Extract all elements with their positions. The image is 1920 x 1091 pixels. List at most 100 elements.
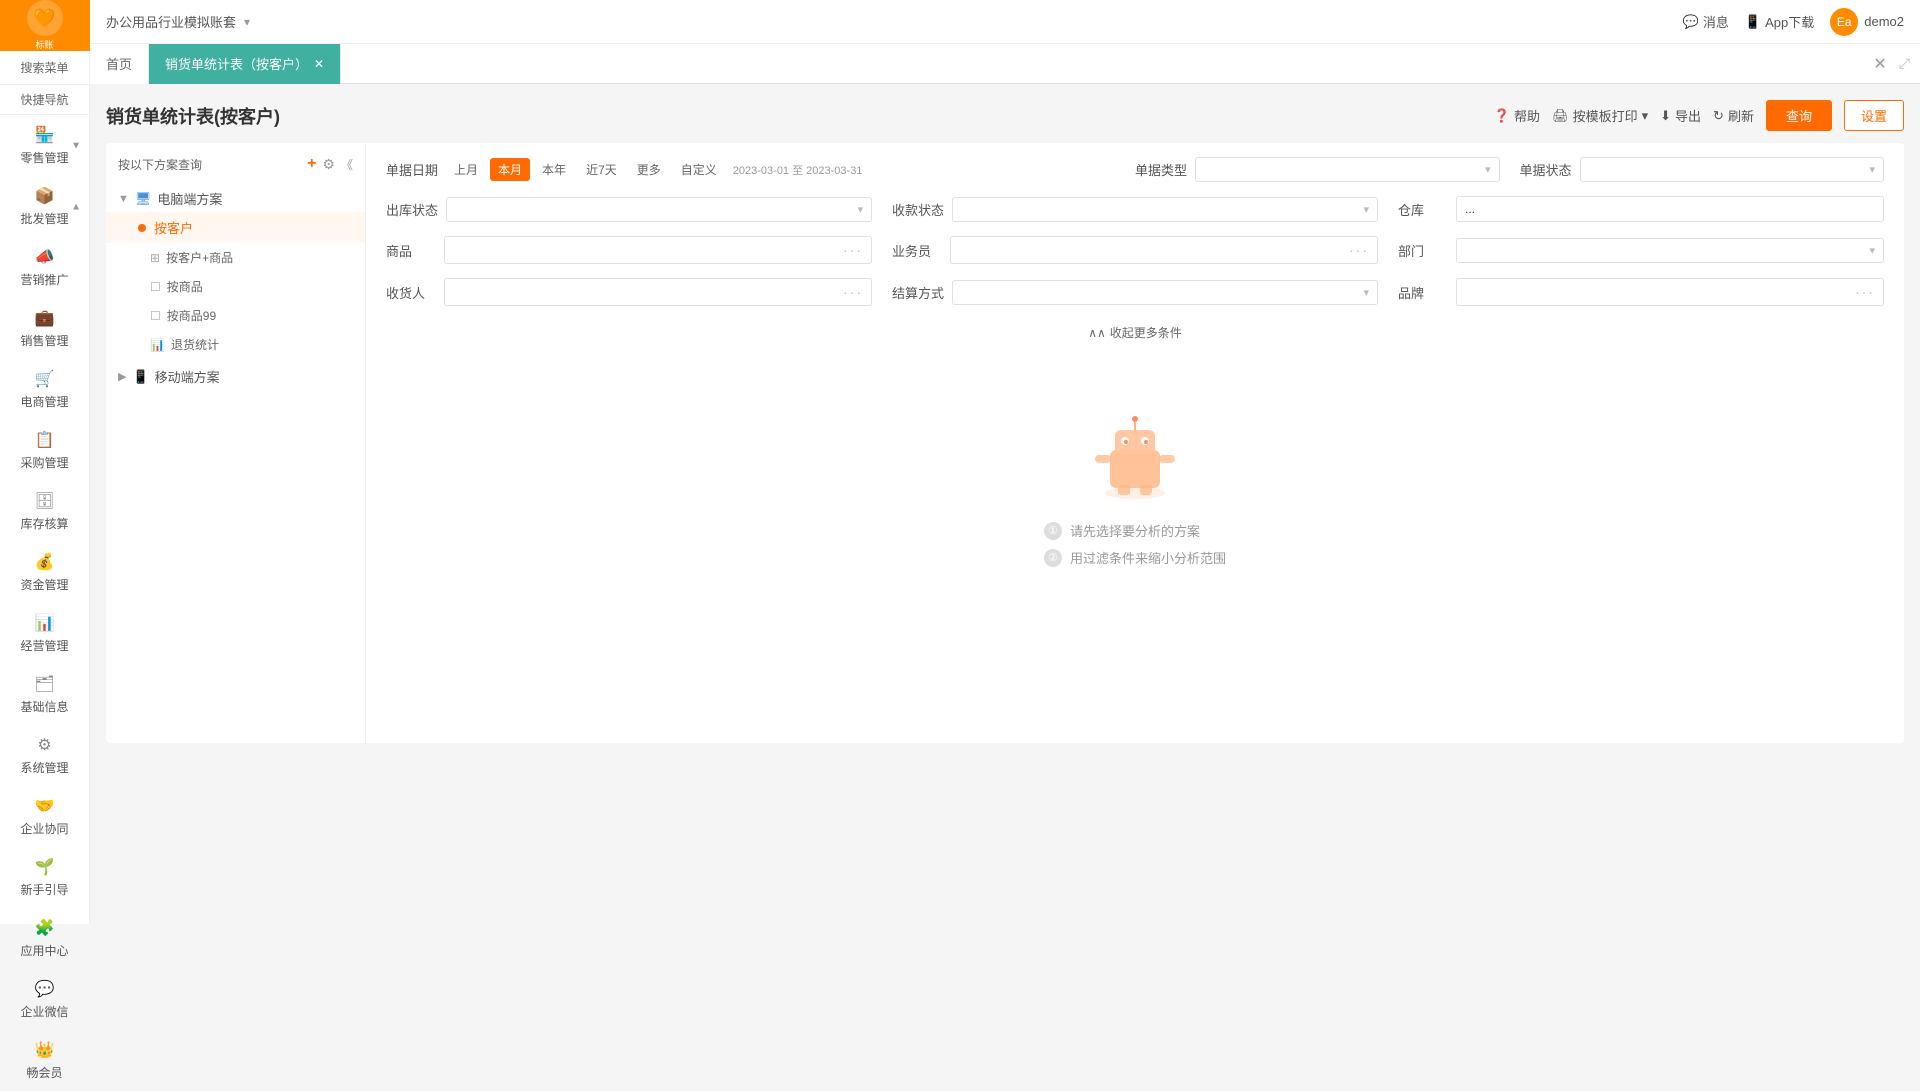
sidebar-item-purchase[interactable]: 📋 采购管理 (0, 420, 89, 481)
app-download-btn[interactable]: 📱 App下载 (1745, 12, 1814, 31)
sidebar-item-wechat[interactable]: 💬 企业微信 (0, 969, 89, 1030)
header-dropdown-icon[interactable]: ▾ (244, 15, 250, 29)
quick-nav-label[interactable]: 快捷导航 (20, 91, 68, 108)
empty-state: ① 请先选择要分析的方案 ② 用过滤条件来缩小分析范围 (386, 345, 1884, 627)
sidebar-item-newbie[interactable]: 🌱 新手引导 (0, 847, 89, 908)
user-menu[interactable]: Ea demo2 (1830, 8, 1904, 36)
empty-hints: ① 请先选择要分析的方案 ② 用过滤条件来缩小分析范围 (1044, 521, 1226, 567)
scheme-item-by-customer-goods[interactable]: ⊞ 按客户+商品 (106, 243, 365, 272)
goods-label: 商品 (386, 241, 436, 260)
settlement-label: 结算方式 (892, 283, 944, 302)
template-print-btn[interactable]: 🖨 按模板打印 ▾ (1552, 106, 1648, 125)
message-btn[interactable]: 💬 消息 (1683, 12, 1729, 31)
tab-maximize-icon[interactable]: ⤢ (1899, 55, 1910, 72)
header-breadcrumb: 办公用品行业模拟账套 (106, 12, 236, 31)
department-input[interactable]: ▾ (1456, 238, 1884, 263)
basic-label: 基础信息 (20, 698, 68, 715)
tab-close-all-icon[interactable]: ✕ (1873, 54, 1886, 74)
sidebar-item-retail[interactable]: 🏪 零售管理 ▼ (0, 115, 89, 176)
tab-home[interactable]: 首页 (90, 44, 149, 84)
help-btn[interactable]: ❓ 帮助 (1494, 106, 1540, 125)
filter-row-2: 出库状态 ▾ 收款状态 ▾ 仓库 (386, 196, 1884, 222)
scheme-add-icon[interactable]: + (307, 155, 316, 173)
sidebar-nav-section[interactable]: 快捷导航 (0, 85, 89, 115)
hint-num-2: ② (1044, 549, 1062, 567)
sidebar-item-finance[interactable]: 💰 资金管理 (0, 542, 89, 603)
appcenter-icon: 🧩 (35, 918, 55, 938)
sidebar-search-section[interactable]: 搜索菜单 (0, 51, 89, 85)
sidebar-item-appcenter[interactable]: 🧩 应用中心 (0, 908, 89, 969)
recipient-input[interactable]: ··· (444, 278, 872, 306)
cooperation-icon: 🤝 (35, 796, 55, 816)
sidebar: 🧡 标账 搜索菜单 快捷导航 🏪 零售管理 ▼ 📦 批发管理 ▲ 📣 营销推广 … (0, 0, 90, 924)
date-btn-more[interactable]: 更多 (629, 158, 669, 181)
export-btn[interactable]: ⬇ 导出 (1660, 106, 1701, 125)
export-label: 导出 (1675, 106, 1701, 125)
tab-close-icon[interactable]: ✕ (314, 57, 324, 71)
salesperson-input[interactable]: ··· (950, 236, 1378, 264)
message-label: 消息 (1703, 12, 1729, 31)
scheme-item-by-goods-99[interactable]: ☐ 按商品99 (106, 301, 365, 330)
order-type-input[interactable]: ▾ (1195, 157, 1499, 182)
settings-button[interactable]: 设置 (1844, 100, 1904, 131)
sidebar-item-ecommerce[interactable]: 🛒 电商管理 (0, 359, 89, 420)
by-goods-99-label: 按商品99 (167, 307, 216, 324)
empty-hint-1: ① 请先选择要分析的方案 (1044, 521, 1226, 540)
logo-text: 标账 (35, 38, 53, 51)
scheme-group-desktop-header[interactable]: ▼ 🖥 电脑端方案 (106, 185, 365, 212)
sidebar-item-wholesale[interactable]: 📦 批发管理 ▲ (0, 176, 89, 237)
sidebar-item-inventory[interactable]: 🗄 库存核算 (0, 481, 89, 542)
mobile-group-label: 移动端方案 (155, 367, 220, 386)
date-btn-this-year[interactable]: 本年 (534, 158, 574, 181)
brand-input[interactable]: ··· (1456, 278, 1884, 306)
warehouse-input[interactable]: ... (1456, 196, 1884, 222)
finance-label: 资金管理 (20, 576, 68, 593)
scheme-item-by-customer[interactable]: 按客户 (106, 212, 365, 243)
page-content: 销货单统计表(按客户) ❓ 帮助 🖨 按模板打印 ▾ ⬇ 导出 ↻ 刷新 (90, 84, 1920, 924)
tab-sales-stat[interactable]: 销货单统计表（按客户） ✕ (149, 44, 341, 84)
department-label: 部门 (1398, 241, 1448, 260)
retail-arrow: ▼ (71, 140, 81, 151)
stock-status-label: 出库状态 (386, 200, 438, 219)
scheme-item-return-stat[interactable]: 📊 退货统计 (106, 330, 365, 359)
member-icon: 👑 (35, 1040, 55, 1060)
date-range-text: 2023-03-01 至 2023-03-31 (733, 162, 863, 178)
stock-status-input[interactable]: ▾ (446, 197, 872, 222)
collapse-label: 收起更多条件 (1110, 324, 1182, 341)
scheme-edit-icon[interactable]: ⚙ (322, 156, 335, 173)
settlement-chevron: ▾ (1363, 286, 1369, 299)
search-label[interactable]: 搜索菜单 (20, 59, 68, 76)
goods-input[interactable]: ··· (444, 236, 872, 264)
by-goods-label: 按商品 (167, 278, 203, 295)
scheme-item-by-customer-label: 按客户 (154, 218, 193, 237)
scheme-item-by-goods[interactable]: ☐ 按商品 (106, 272, 365, 301)
receipt-status-input[interactable]: ▾ (952, 197, 1378, 222)
collapse-btn[interactable]: ∧∧ 收起更多条件 (1072, 320, 1198, 345)
refresh-btn[interactable]: ↻ 刷新 (1713, 106, 1754, 125)
sidebar-item-basic[interactable]: 🗂 基础信息 (0, 664, 89, 725)
retail-label: 零售管理 (20, 149, 68, 166)
inventory-icon: 🗄 (35, 491, 55, 511)
date-btn-last-7-days[interactable]: 近7天 (578, 158, 625, 181)
sidebar-item-operations[interactable]: 📊 经营管理 (0, 603, 89, 664)
sidebar-item-cooperation[interactable]: 🤝 企业协同 (0, 786, 89, 847)
sales-label: 销售管理 (20, 332, 68, 349)
date-btn-last-month[interactable]: 上月 (446, 158, 486, 181)
desktop-folder-icon: 🖥 (135, 191, 152, 207)
sidebar-item-marketing[interactable]: 📣 营销推广 (0, 237, 89, 298)
filter-salesperson-item: 业务员 ··· (892, 236, 1378, 264)
page-actions: ❓ 帮助 🖨 按模板打印 ▾ ⬇ 导出 ↻ 刷新 查询 设置 (1494, 100, 1904, 131)
date-btn-this-month[interactable]: 本月 (490, 158, 530, 181)
logo-icon: 🧡 (27, 0, 63, 36)
scheme-collapse-icon[interactable]: 《 (341, 156, 353, 173)
sidebar-item-sales[interactable]: 💼 销售管理 (0, 298, 89, 359)
scheme-group-mobile-header[interactable]: ▶ 📱 移动端方案 (106, 363, 365, 390)
filter-date-item: 单据日期 上月 本月 本年 近7天 更多 自定义 2023-03-01 至 20… (386, 158, 1115, 181)
date-btn-custom[interactable]: 自定义 (673, 158, 725, 181)
sidebar-item-member[interactable]: 👑 畅会员 (0, 1030, 89, 1091)
settlement-input[interactable]: ▾ (952, 280, 1378, 305)
filter-collapse-row: ∧∧ 收起更多条件 (386, 320, 1884, 345)
order-status-input[interactable]: ▾ (1580, 157, 1884, 182)
sidebar-item-system[interactable]: ⚙ 系统管理 (0, 725, 89, 786)
query-button[interactable]: 查询 (1766, 100, 1832, 131)
